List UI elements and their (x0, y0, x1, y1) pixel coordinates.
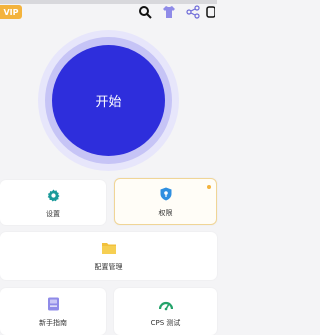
vip-badge[interactable]: VIP (0, 5, 22, 19)
notification-dot (207, 185, 211, 189)
share-icon[interactable] (181, 3, 205, 21)
header-actions (133, 3, 217, 21)
book-icon (47, 296, 60, 315)
guide-card[interactable]: 新手指南 (0, 288, 106, 335)
permissions-label: 权限 (158, 208, 173, 217)
permissions-card[interactable]: 权限 (114, 178, 217, 225)
start-button-label: 开始 (95, 95, 122, 110)
config-manage-label: 配置管理 (94, 263, 123, 271)
settings-card[interactable]: 设置 (0, 180, 106, 225)
shield-icon (160, 186, 172, 205)
more-icon[interactable] (205, 3, 217, 21)
cps-test-card[interactable]: CPS 测试 (114, 288, 217, 335)
start-button[interactable]: 开始 (52, 45, 165, 156)
gear-icon (47, 187, 60, 206)
settings-label: 设置 (46, 209, 60, 218)
search-icon[interactable] (133, 3, 157, 21)
folder-icon (101, 240, 117, 259)
guide-label: 新手指南 (39, 318, 67, 327)
config-manage-card[interactable]: 配置管理 (0, 232, 217, 280)
gauge-icon (158, 296, 173, 315)
shirt-icon[interactable] (157, 3, 181, 21)
cps-test-label: CPS 测试 (150, 318, 181, 327)
